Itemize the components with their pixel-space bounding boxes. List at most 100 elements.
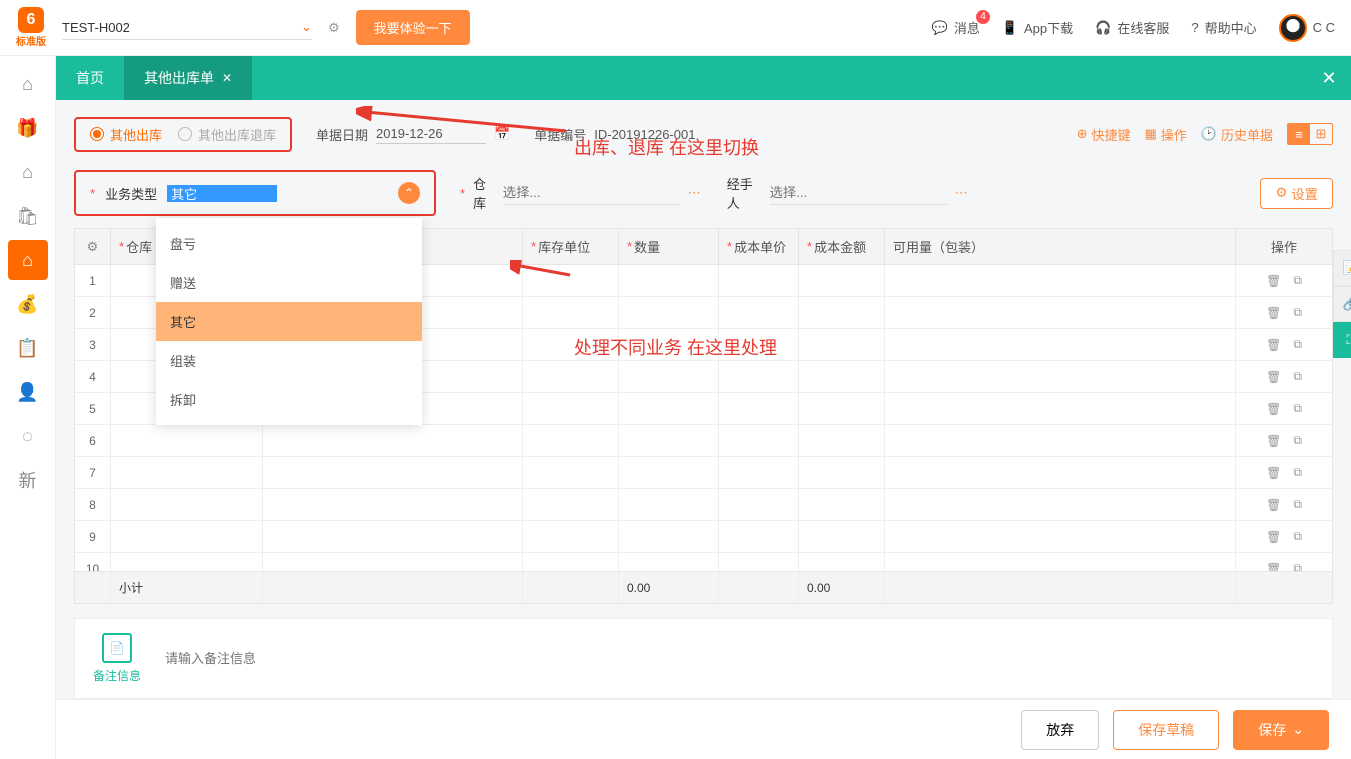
biz-type-input[interactable] (167, 185, 276, 202)
cell-warehouse[interactable] (111, 489, 263, 520)
remark-input[interactable] (165, 651, 1314, 666)
cell-code[interactable] (263, 489, 523, 520)
radio-return[interactable]: 其他出库退库 (178, 125, 276, 144)
table-row[interactable]: 10🗑⧉ (75, 553, 1332, 571)
shortcut-link[interactable]: ⊕快捷键 (1077, 125, 1131, 144)
cell-qty[interactable] (619, 297, 719, 328)
messages-link[interactable]: 💬 消息 4 (932, 18, 980, 37)
cell-amount[interactable] (799, 553, 885, 571)
org-selector[interactable]: TEST-H002 ⌄ (62, 15, 312, 40)
cell-unit[interactable] (523, 457, 619, 488)
nav-house-icon[interactable]: ⌂ (8, 152, 48, 192)
cell-amount[interactable] (799, 425, 885, 456)
cell-code[interactable] (263, 553, 523, 571)
cell-warehouse[interactable] (111, 553, 263, 571)
cell-unit[interactable] (523, 297, 619, 328)
cell-unit[interactable] (523, 361, 619, 392)
cell-qty[interactable] (619, 425, 719, 456)
cell-price[interactable] (719, 361, 799, 392)
cell-available[interactable] (885, 393, 1236, 424)
rail-note-icon[interactable]: 📝 (1333, 250, 1351, 286)
dropdown-option[interactable]: 组装 (156, 341, 422, 380)
delete-icon[interactable]: 🗑 (1266, 274, 1281, 288)
cell-available[interactable] (885, 297, 1236, 328)
cell-price[interactable] (719, 425, 799, 456)
cell-amount[interactable] (799, 393, 885, 424)
cell-price[interactable] (719, 297, 799, 328)
delete-icon[interactable]: 🗑 (1266, 466, 1281, 480)
doc-date-value[interactable]: 2019-12-26 (376, 124, 486, 144)
warehouse-input[interactable] (503, 181, 680, 205)
cell-price[interactable] (719, 489, 799, 520)
rail-expand-icon[interactable]: ⛶ (1333, 322, 1351, 358)
tab-home[interactable]: 首页 (56, 56, 124, 100)
copy-icon[interactable]: ⧉ (1293, 529, 1302, 544)
copy-icon[interactable]: ⧉ (1293, 433, 1302, 448)
handler-input[interactable] (770, 181, 947, 205)
copy-icon[interactable]: ⧉ (1293, 273, 1302, 288)
nav-bag-icon[interactable]: 🛍 (8, 196, 48, 236)
cell-qty[interactable] (619, 361, 719, 392)
cell-unit[interactable] (523, 265, 619, 296)
table-row[interactable]: 7🗑⧉ (75, 457, 1332, 489)
cell-unit[interactable] (523, 393, 619, 424)
cell-available[interactable] (885, 489, 1236, 520)
radio-outbound[interactable]: 其他出库 (90, 125, 162, 144)
settings-button[interactable]: ⚙设置 (1260, 178, 1333, 209)
cell-warehouse[interactable] (111, 457, 263, 488)
cell-code[interactable] (263, 425, 523, 456)
cell-available[interactable] (885, 521, 1236, 552)
list-view-icon[interactable]: ≡ (1288, 124, 1310, 144)
cell-unit[interactable] (523, 425, 619, 456)
customer-service-link[interactable]: 🎧 在线客服 (1095, 18, 1169, 37)
copy-icon[interactable]: ⧉ (1293, 305, 1302, 320)
app-download-link[interactable]: 📱 App下载 (1002, 18, 1073, 37)
copy-icon[interactable]: ⧉ (1293, 369, 1302, 384)
nav-money-icon[interactable]: 💰 (8, 284, 48, 324)
discard-button[interactable]: 放弃 (1021, 710, 1099, 750)
save-draft-button[interactable]: 保存草稿 (1113, 710, 1219, 750)
dropdown-option[interactable]: 拆卸 (156, 380, 422, 419)
try-button[interactable]: 我要体验一下 (356, 10, 470, 45)
cell-price[interactable] (719, 521, 799, 552)
dropdown-option[interactable]: 其它 (156, 302, 422, 341)
cell-unit[interactable] (523, 521, 619, 552)
user-menu[interactable]: C C (1279, 14, 1335, 42)
cell-available[interactable] (885, 457, 1236, 488)
copy-icon[interactable]: ⧉ (1293, 337, 1302, 352)
calendar-icon[interactable]: 📅 (494, 126, 510, 142)
cell-unit[interactable] (523, 553, 619, 571)
copy-icon[interactable]: ⧉ (1293, 465, 1302, 480)
cell-warehouse[interactable] (111, 521, 263, 552)
cell-price[interactable] (719, 457, 799, 488)
copy-icon[interactable]: ⧉ (1293, 561, 1302, 571)
cell-amount[interactable] (799, 361, 885, 392)
cell-price[interactable] (719, 393, 799, 424)
delete-icon[interactable]: 🗑 (1266, 402, 1281, 416)
cell-amount[interactable] (799, 489, 885, 520)
rail-link-icon[interactable]: 🔗 (1333, 286, 1351, 322)
nav-new-icon[interactable]: 新 (8, 460, 48, 500)
cell-price[interactable] (719, 265, 799, 296)
cell-qty[interactable] (619, 489, 719, 520)
cell-qty[interactable] (619, 553, 719, 571)
tab-current[interactable]: 其他出库单 ✕ (124, 56, 252, 100)
cell-warehouse[interactable] (111, 425, 263, 456)
cell-amount[interactable] (799, 521, 885, 552)
ops-link[interactable]: ▦操作 (1144, 125, 1186, 144)
cell-available[interactable] (885, 425, 1236, 456)
cell-amount[interactable] (799, 265, 885, 296)
history-link[interactable]: 🕑历史单据 (1201, 125, 1273, 144)
cell-qty[interactable] (619, 393, 719, 424)
more-icon[interactable]: ⋯ (688, 185, 703, 201)
delete-icon[interactable]: 🗑 (1266, 370, 1281, 384)
cell-code[interactable] (263, 457, 523, 488)
table-row[interactable]: 9🗑⧉ (75, 521, 1332, 553)
cell-qty[interactable] (619, 265, 719, 296)
nav-cycle-icon[interactable]: ◌ (8, 416, 48, 456)
cell-available[interactable] (885, 553, 1236, 571)
more-icon[interactable]: ⋯ (955, 185, 970, 201)
dropdown-option[interactable]: 赠送 (156, 263, 422, 302)
header-gear-icon[interactable]: ⚙ (75, 229, 111, 264)
cell-available[interactable] (885, 265, 1236, 296)
